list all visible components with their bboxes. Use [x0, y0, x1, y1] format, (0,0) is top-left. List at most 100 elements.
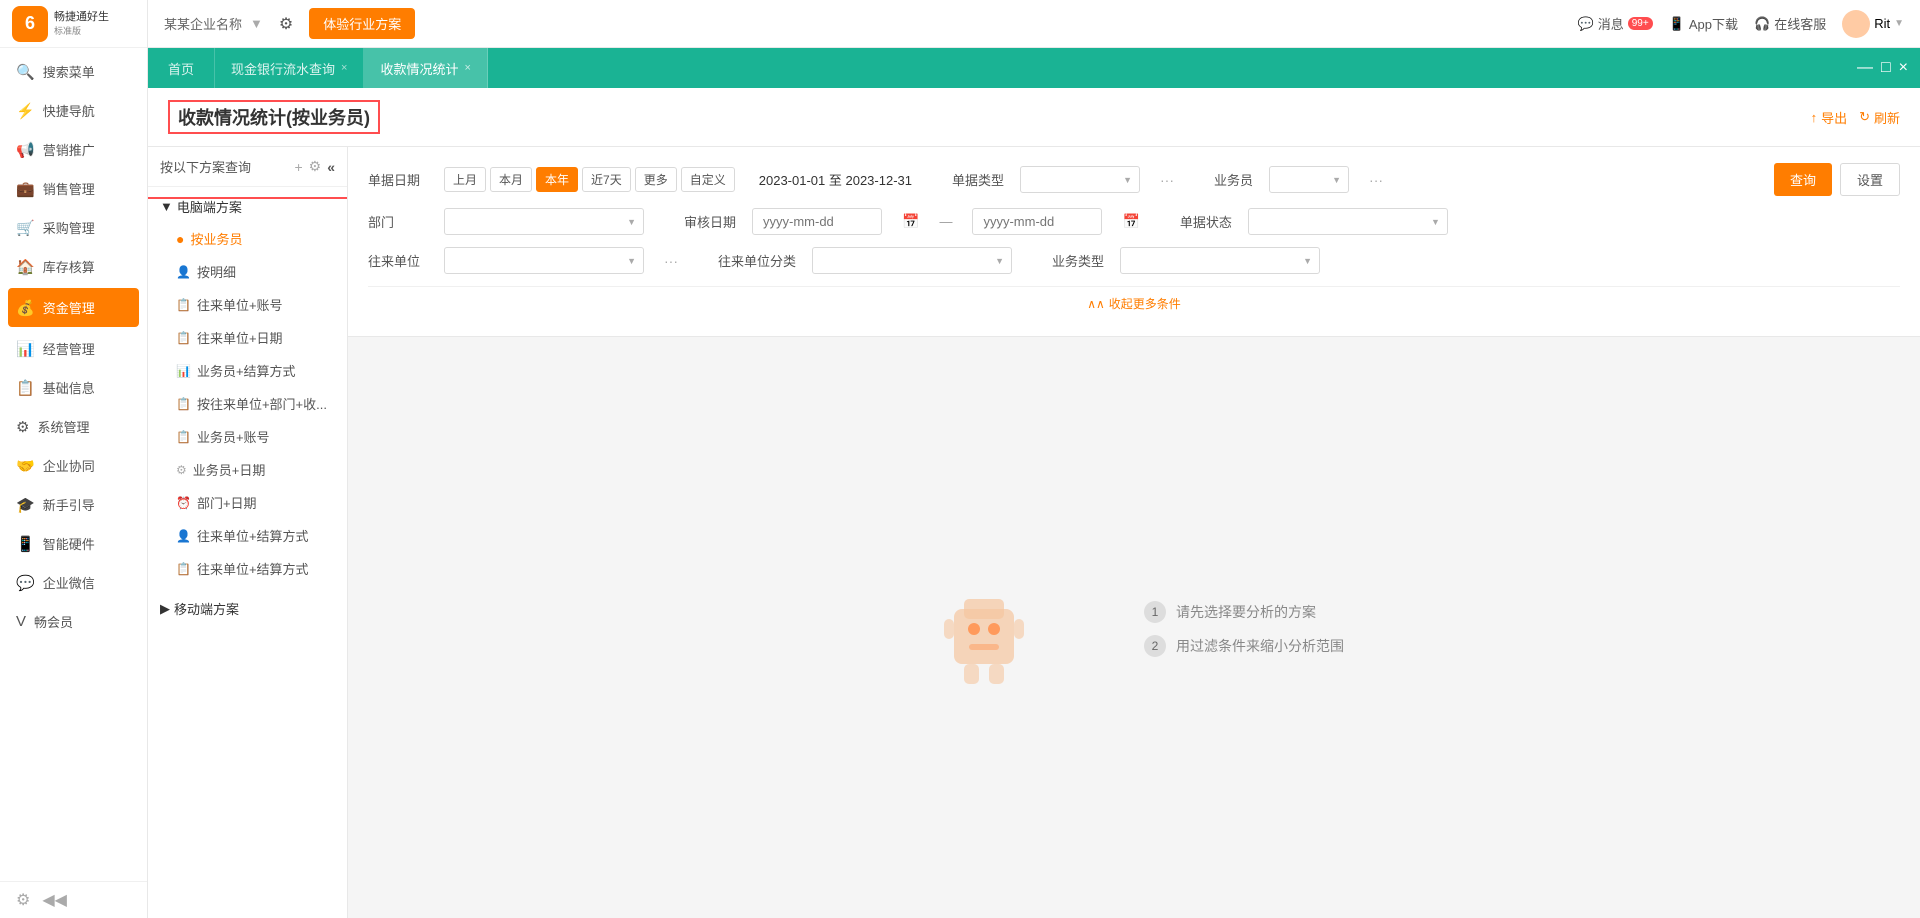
salesman-more-icon[interactable]: ···: [1369, 172, 1383, 188]
scheme-item-salesman-settle[interactable]: 📊 业务员+结算方式: [148, 354, 347, 387]
sidebar-item-newbie[interactable]: 🎓 新手引导: [0, 485, 147, 524]
app-download-button[interactable]: 📱 App下载: [1669, 14, 1738, 33]
sidebar-item-wechat[interactable]: 💬 企业微信: [0, 563, 147, 602]
preset-7-days[interactable]: 近7天: [582, 167, 631, 192]
partner-label: 往来单位: [368, 251, 428, 270]
left-panel-title: 按以下方案查询: [160, 157, 251, 176]
sidebar-item-marketing[interactable]: 📢 营销推广: [0, 130, 147, 169]
scheme-item-by-salesman[interactable]: ● 按业务员: [148, 222, 347, 255]
add-scheme-button[interactable]: +: [294, 159, 302, 175]
preset-more[interactable]: 更多: [635, 167, 677, 192]
tab-receipt-stats[interactable]: 收款情况统计 ×: [364, 48, 487, 88]
collapse-sidebar-icon[interactable]: ◀◀: [42, 890, 67, 910]
marketing-icon: 📢: [16, 141, 35, 159]
scheme-item-salesman-date[interactable]: ⚙ 业务员+日期: [148, 453, 347, 486]
audit-end-input[interactable]: [972, 208, 1102, 235]
shortcut-icon: ⚡: [16, 102, 35, 120]
dept-label: 部门: [368, 212, 428, 231]
preset-last-month[interactable]: 上月: [444, 167, 486, 192]
sidebar-item-basic[interactable]: 📋 基础信息: [0, 368, 147, 407]
salesman-select[interactable]: [1269, 166, 1349, 193]
refresh-button[interactable]: ↻ 刷新: [1859, 108, 1900, 127]
sidebar-item-member[interactable]: V 畅会员: [0, 602, 147, 641]
filter-row-2: 部门 审核日期 📅 — 📅 单据状态: [368, 208, 1900, 235]
partner-more-icon[interactable]: ···: [664, 253, 678, 269]
hint-text-2: 用过滤条件来缩小分析范围: [1176, 636, 1344, 656]
logo-text: 畅捷通好生: [54, 10, 109, 24]
tab-close-bank-icon[interactable]: ×: [341, 62, 347, 74]
sidebar-item-label: 营销推广: [43, 140, 95, 159]
close-window-icon[interactable]: ×: [1899, 59, 1908, 77]
sidebar-item-purchase[interactable]: 🛒 采购管理: [0, 208, 147, 247]
type-select[interactable]: [1020, 166, 1140, 193]
audit-end-cal-icon[interactable]: 📅: [1122, 213, 1139, 230]
export-button[interactable]: ↑ 导出: [1811, 108, 1848, 127]
sidebar-item-shortcut[interactable]: ⚡ 快捷导航: [0, 91, 147, 130]
biz-type-select[interactable]: [1120, 247, 1320, 274]
collapse-panel-button[interactable]: «: [327, 159, 335, 175]
purchase-icon: 🛒: [16, 219, 35, 237]
preset-this-month[interactable]: 本月: [490, 167, 532, 192]
scheme-item-partner-settle2[interactable]: 📋 往来单位+结算方式: [148, 552, 347, 585]
setting-button[interactable]: 设置: [1840, 163, 1900, 196]
partner-cat-select[interactable]: [812, 247, 1012, 274]
sidebar-item-search[interactable]: 🔍 搜索菜单: [0, 52, 147, 91]
sidebar-item-system[interactable]: ⚙ 系统管理: [0, 407, 147, 446]
trial-industry-button[interactable]: 体验行业方案: [309, 8, 415, 39]
sidebar-item-finance[interactable]: 💰 资金管理: [8, 288, 139, 327]
audit-start-input[interactable]: [752, 208, 882, 235]
tab-home[interactable]: 首页: [148, 48, 215, 88]
message-button[interactable]: 💬 消息 99+: [1578, 14, 1653, 33]
type-label: 单据类型: [952, 170, 1004, 189]
preset-custom[interactable]: 自定义: [681, 167, 735, 192]
sidebar-item-label: 新手引导: [43, 495, 95, 514]
sidebar-item-inventory[interactable]: 🏠 库存核算: [0, 247, 147, 286]
tab-bank-flow[interactable]: 现金银行流水查询 ×: [215, 48, 364, 88]
sidebar-item-sales[interactable]: 💼 销售管理: [0, 169, 147, 208]
scheme-item-partner-account[interactable]: 📋 往来单位+账号: [148, 288, 347, 321]
dept-select[interactable]: [444, 208, 644, 235]
scheme-settings-button[interactable]: ⚙: [309, 158, 322, 175]
sidebar-item-label: 企业协同: [43, 456, 95, 475]
desktop-group-title[interactable]: ▼ 电脑端方案: [148, 191, 347, 222]
salesman-settle-icon: 📊: [176, 364, 191, 378]
maximize-icon[interactable]: □: [1881, 59, 1891, 77]
sidebar-item-corp[interactable]: 🤝 企业协同: [0, 446, 147, 485]
filter-buttons: 查询 设置: [1774, 163, 1900, 196]
bank-flow-tab-label: 现金银行流水查询: [231, 59, 335, 78]
settings-topbar-button[interactable]: ⚙: [279, 14, 293, 34]
scheme-item-partner-date[interactable]: 📋 往来单位+日期: [148, 321, 347, 354]
sidebar-item-hardware[interactable]: 📱 智能硬件: [0, 524, 147, 563]
hint-num-1: 1: [1144, 601, 1166, 623]
tab-window-controls: — □ ×: [1845, 59, 1920, 77]
query-button[interactable]: 查询: [1774, 163, 1832, 196]
date-label: 单据日期: [368, 170, 428, 189]
message-label: 消息: [1598, 14, 1624, 33]
status-select[interactable]: [1248, 208, 1448, 235]
scheme-item-partner-dept[interactable]: 📋 按往来单位+部门+收...: [148, 387, 347, 420]
settings-bottom-icon[interactable]: ⚙: [16, 890, 30, 910]
mobile-group-arrow: ▶: [160, 601, 170, 617]
audit-start-cal-icon[interactable]: 📅: [902, 213, 919, 230]
partner-select[interactable]: [444, 247, 644, 274]
scheme-item-salesman-account[interactable]: 📋 业务员+账号: [148, 420, 347, 453]
collapse-bar[interactable]: ∧∧ 收起更多条件: [368, 286, 1900, 320]
preset-this-year[interactable]: 本年: [536, 167, 578, 192]
message-badge: 99+: [1628, 17, 1653, 30]
online-service-button[interactable]: 🎧 在线客服: [1754, 14, 1826, 33]
breadcrumb-dropdown-icon[interactable]: ▼: [250, 16, 263, 31]
scheme-item-label: 按明细: [197, 262, 236, 281]
user-dropdown-icon[interactable]: ▼: [1894, 18, 1904, 29]
scheme-item-by-detail[interactable]: 👤 按明细: [148, 255, 347, 288]
type-more-icon[interactable]: ···: [1160, 172, 1174, 188]
scheme-item-partner-settle1[interactable]: 👤 往来单位+结算方式: [148, 519, 347, 552]
sidebar-item-operation[interactable]: 📊 经营管理: [0, 329, 147, 368]
dept-select-wrap: [444, 208, 644, 235]
minimize-icon[interactable]: —: [1857, 59, 1873, 77]
date-preset-group: 上月 本月 本年 近7天 更多 自定义: [444, 167, 735, 192]
tab-close-receipt-icon[interactable]: ×: [464, 62, 470, 74]
tab-bar: 首页 现金银行流水查询 × 收款情况统计 × — □ ×: [148, 48, 1920, 88]
system-icon: ⚙: [16, 418, 29, 436]
mobile-group-title[interactable]: ▶ 移动端方案: [148, 593, 347, 624]
scheme-item-dept-date[interactable]: ⏰ 部门+日期: [148, 486, 347, 519]
